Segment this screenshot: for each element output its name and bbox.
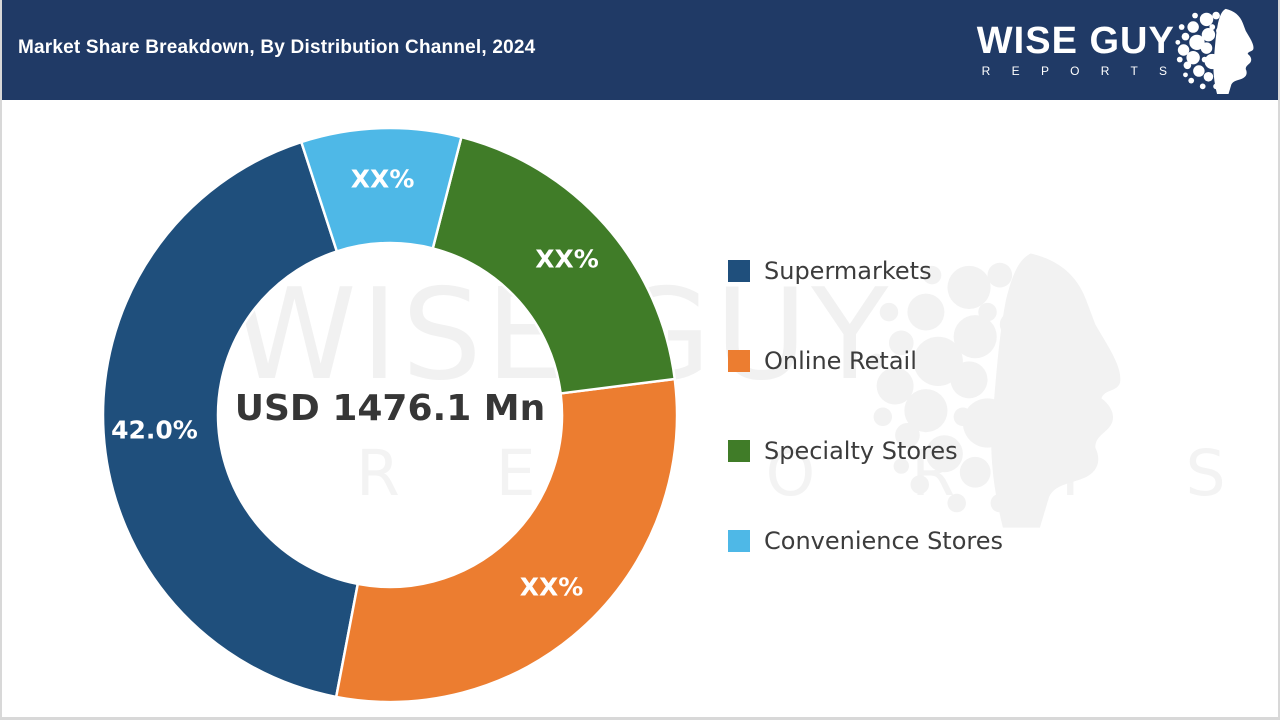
legend-label: Supermarkets xyxy=(764,257,932,285)
logo-wordmark-sub: R E P O R T S xyxy=(981,64,1176,78)
chart-center-value: USD 1476.1 Mn xyxy=(234,388,546,429)
donut-chart: 42.0% XX% XX% XX% xyxy=(101,126,679,704)
segment-value-label: XX% xyxy=(351,165,415,194)
legend-label: Convenience Stores xyxy=(764,527,1004,555)
legend-label: Specialty Stores xyxy=(764,437,958,465)
legend-swatch-icon xyxy=(728,440,750,462)
logo-wordmark: WISE GUY R E P O R T S xyxy=(976,22,1176,78)
legend-item-specialty-stores: Specialty Stores xyxy=(728,437,1003,465)
legend-swatch-icon xyxy=(728,260,750,282)
page-title: Market Share Breakdown, By Distribution … xyxy=(18,37,536,58)
legend-item-online-retail: Online Retail xyxy=(728,347,1003,375)
logo-face-icon xyxy=(1175,8,1254,94)
segment-value-label: 42.0% xyxy=(111,415,198,444)
legend-label: Online Retail xyxy=(764,347,917,375)
logo-wordmark-main: WISE GUY xyxy=(976,20,1175,62)
legend-swatch-icon xyxy=(728,350,750,372)
legend-item-supermarkets: Supermarkets xyxy=(728,257,1003,285)
logo: WISE GUY R E P O R T S xyxy=(976,6,1280,94)
legend-swatch-icon xyxy=(728,530,750,552)
segment-value-label: XX% xyxy=(535,244,599,273)
chart-legend: Supermarkets Online Retail Specialty Store… xyxy=(728,257,1003,617)
segment-value-label: XX% xyxy=(520,573,584,602)
header-bar: Market Share Breakdown, By Distribution … xyxy=(0,0,1280,100)
legend-item-convenience-stores: Convenience Stores xyxy=(728,527,1003,555)
